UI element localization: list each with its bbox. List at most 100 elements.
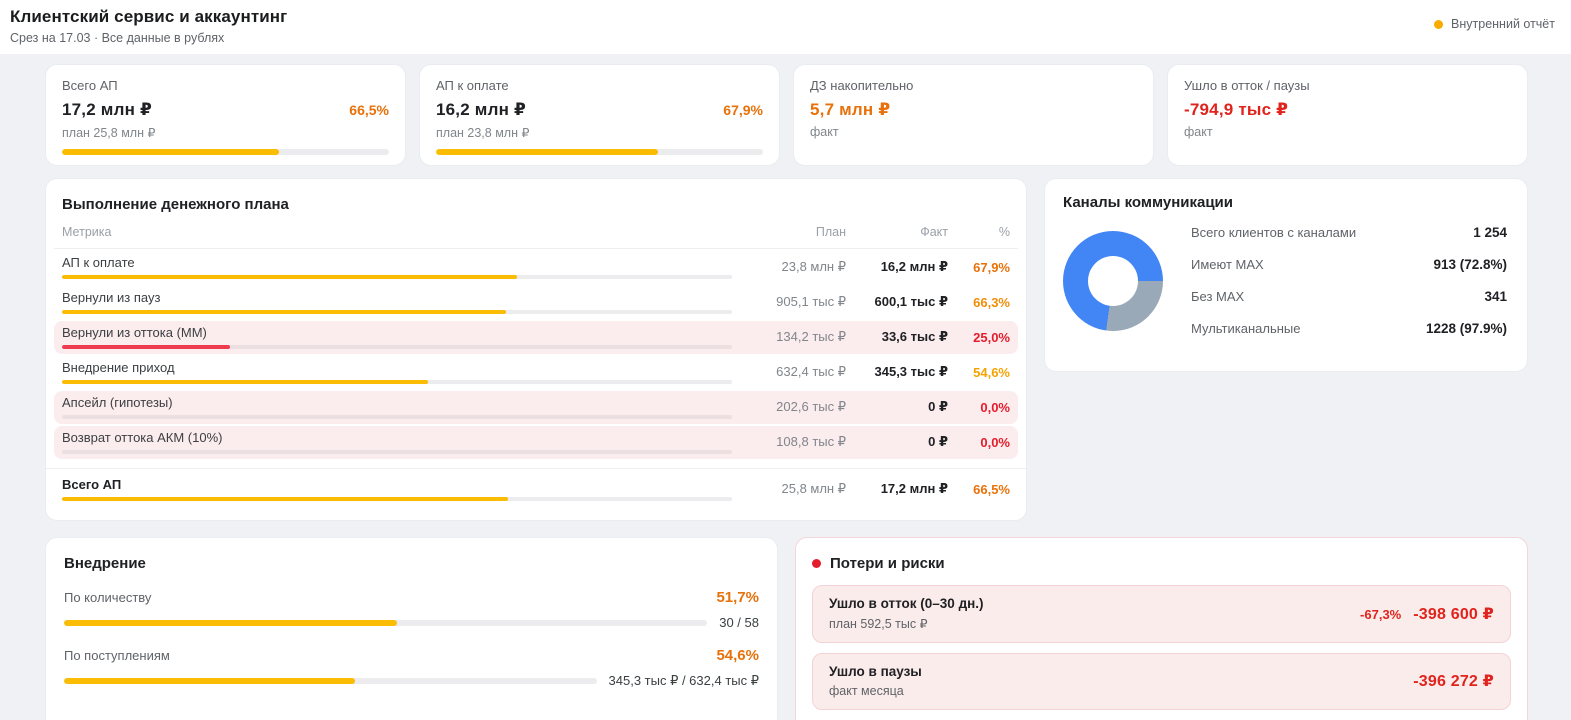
metric-label: Вернули из пауз [62, 290, 161, 305]
kpi-percent: 66,5% [349, 102, 389, 118]
plan-cell: 108,8 тыс ₽ [776, 434, 846, 449]
kpi-subtext: факт [1184, 125, 1213, 139]
impl-bar-row: 345,3 тыс ₽ / 632,4 тыс ₽ [64, 673, 759, 689]
risk-subtext: план 592,5 тыс ₽ [829, 617, 928, 631]
percent-cell: 66,5% [973, 481, 1010, 497]
kpi-card-ap-to-pay: АП к оплате 16,2 млн ₽ 67,9% план 23,8 м… [419, 64, 780, 166]
implementation-card: Внедрение По количеству 51,7% 30 / 58 По… [45, 537, 778, 720]
implementation-item: По количеству 51,7% 30 / 58 [64, 589, 759, 630]
percent-cell: 66,3% [973, 294, 1010, 310]
channels-card: Каналы коммуникации Всего клиентов с кан… [1044, 178, 1528, 372]
impl-progress-bar [64, 619, 708, 626]
risk-item-right: -67,3% -398 600 ₽ [1360, 604, 1494, 624]
percent-cell: 54,6% [973, 364, 1010, 380]
kpi-progress-bar [436, 149, 763, 155]
row-progress-bar [62, 380, 732, 384]
impl-label: По поступлениям [64, 648, 170, 663]
table-total-divider [46, 468, 1026, 469]
risk-item-left: Ушло в отток (0–30 дн.) план 592,5 тыс ₽ [829, 596, 984, 631]
kpi-value: -794,9 тыс ₽ [1184, 100, 1289, 119]
report-badge-label: Внутренний отчёт [1451, 17, 1555, 31]
impl-progress-fill [64, 678, 355, 684]
channel-label: Всего клиентов с каналами [1191, 225, 1357, 240]
metric-cell: Всего АП [62, 477, 746, 501]
badge-dot-icon [1434, 19, 1444, 29]
kpi-subtext: план 23,8 млн ₽ [436, 126, 530, 140]
table-row-highlighted: Возврат оттока АКМ (10%) 108,8 тыс ₽ 0 ₽… [54, 426, 1018, 459]
kpi-value-line: 5,7 млн ₽ [810, 100, 1137, 120]
row-progress-bar [62, 345, 732, 349]
kpi-value: 17,2 млн ₽ [62, 100, 153, 119]
channel-value: 1228 (97.9%) [1425, 321, 1507, 336]
row-progress-bar [62, 310, 732, 314]
dashboard-content: Всего АП 17,2 млн ₽ 66,5% план 25,8 млн … [0, 54, 1571, 720]
kpi-label: АП к оплате [436, 78, 509, 93]
middle-row: Выполнение денежного плана Метрика План … [45, 178, 1528, 521]
kpi-label: Всего АП [62, 78, 118, 93]
kpi-value-line: 16,2 млн ₽ 67,9% [436, 100, 763, 120]
fact-cell: 345,3 тыс ₽ [874, 364, 949, 379]
column-header-metric: Метрика [62, 225, 112, 239]
row-progress-bar [62, 415, 732, 419]
row-progress-bar [62, 450, 732, 454]
metric-label: Вернули из оттока (ММ) [62, 325, 207, 340]
row-progress-fill [62, 275, 517, 279]
plan-cell: 134,2 тыс ₽ [776, 329, 846, 344]
metric-label: Всего АП [62, 477, 122, 492]
impl-percent: 54,6% [716, 647, 759, 664]
fact-cell: 33,6 тыс ₽ [881, 329, 948, 344]
page-subtitle: Срез на 17.03 · Все данные в рублях [10, 31, 225, 45]
risks-card: Потери и риски Ушло в отток (0–30 дн.) п… [795, 537, 1528, 720]
fact-cell: 17,2 млн ₽ [880, 481, 948, 496]
page-header: Клиентский сервис и аккаунтинг Срез на 1… [0, 0, 1571, 54]
table-row-highlighted: Вернули из оттока (ММ) 134,2 тыс ₽ 33,6 … [54, 321, 1018, 354]
bottom-row: Внедрение По количеству 51,7% 30 / 58 По… [45, 537, 1528, 720]
channel-list-item: Без MAX 341 [1191, 289, 1507, 304]
table-row: АП к оплате 23,8 млн ₽ 16,2 млн ₽ 67,9% [54, 251, 1018, 284]
plan-cell: 202,6 тыс ₽ [776, 399, 846, 414]
row-progress-bar [62, 275, 732, 279]
metric-cell: Апсейл (гипотезы) [62, 395, 746, 419]
risk-dot-icon [812, 559, 821, 568]
metric-label: Возврат оттока АКМ (10%) [62, 430, 223, 445]
percent-cell: 67,9% [973, 259, 1010, 275]
row-progress-fill [62, 345, 230, 349]
risks-header: Потери и риски [812, 555, 1511, 572]
column-header-percent: % [998, 225, 1010, 239]
fact-cell: 600,1 тыс ₽ [874, 294, 949, 309]
kpi-value: 5,7 млн ₽ [810, 100, 891, 119]
money-plan-title: Выполнение денежного плана [62, 196, 289, 213]
table-row: Вернули из пауз 905,1 тыс ₽ 600,1 тыс ₽ … [54, 286, 1018, 319]
impl-detail: 345,3 тыс ₽ / 632,4 тыс ₽ [608, 673, 759, 688]
risk-value: -396 272 ₽ [1413, 673, 1494, 690]
channels-body: Всего клиентов с каналами 1 254 Имеют MA… [1063, 225, 1509, 336]
table-total-row: Всего АП 25,8 млн ₽ 17,2 млн ₽ 66,5% [54, 473, 1018, 506]
money-plan-card: Выполнение денежного плана Метрика План … [45, 178, 1027, 521]
metric-label: Внедрение приход [62, 360, 175, 375]
channel-value: 341 [1484, 289, 1507, 304]
implementation-title: Внедрение [64, 555, 146, 572]
channel-list-item: Имеют MAX 913 (72.8%) [1191, 257, 1507, 272]
impl-head: По поступлениям 54,6% [64, 647, 759, 664]
plan-cell: 25,8 млн ₽ [781, 481, 847, 496]
column-header-plan: План [815, 225, 846, 239]
metric-cell: Возврат оттока АКМ (10%) [62, 430, 746, 454]
channel-list-item: Всего клиентов с каналами 1 254 [1191, 225, 1507, 240]
metric-cell: Вернули из оттока (ММ) [62, 325, 746, 349]
kpi-card-total-ap: Всего АП 17,2 млн ₽ 66,5% план 25,8 млн … [45, 64, 406, 166]
kpi-card-dz-cumulative: ДЗ накопительно 5,7 млн ₽ факт [793, 64, 1154, 166]
kpi-progress-fill [436, 149, 659, 155]
risks-title: Потери и риски [830, 555, 945, 572]
percent-cell: 0,0% [980, 434, 1010, 450]
impl-head: По количеству 51,7% [64, 589, 759, 606]
plan-cell: 905,1 тыс ₽ [776, 294, 846, 309]
donut-hole [1088, 255, 1138, 306]
risk-delta: -67,3% [1360, 606, 1402, 622]
channel-list-item: Мультиканальные 1228 (97.9%) [1191, 321, 1507, 336]
implementation-item: По поступлениям 54,6% 345,3 тыс ₽ / 632,… [64, 647, 759, 689]
channel-label: Мультиканальные [1191, 321, 1301, 336]
metric-label: АП к оплате [62, 255, 135, 270]
row-progress-fill [62, 380, 428, 384]
risk-label: Ушло в паузы [829, 664, 922, 679]
channel-value: 1 254 [1473, 225, 1507, 240]
